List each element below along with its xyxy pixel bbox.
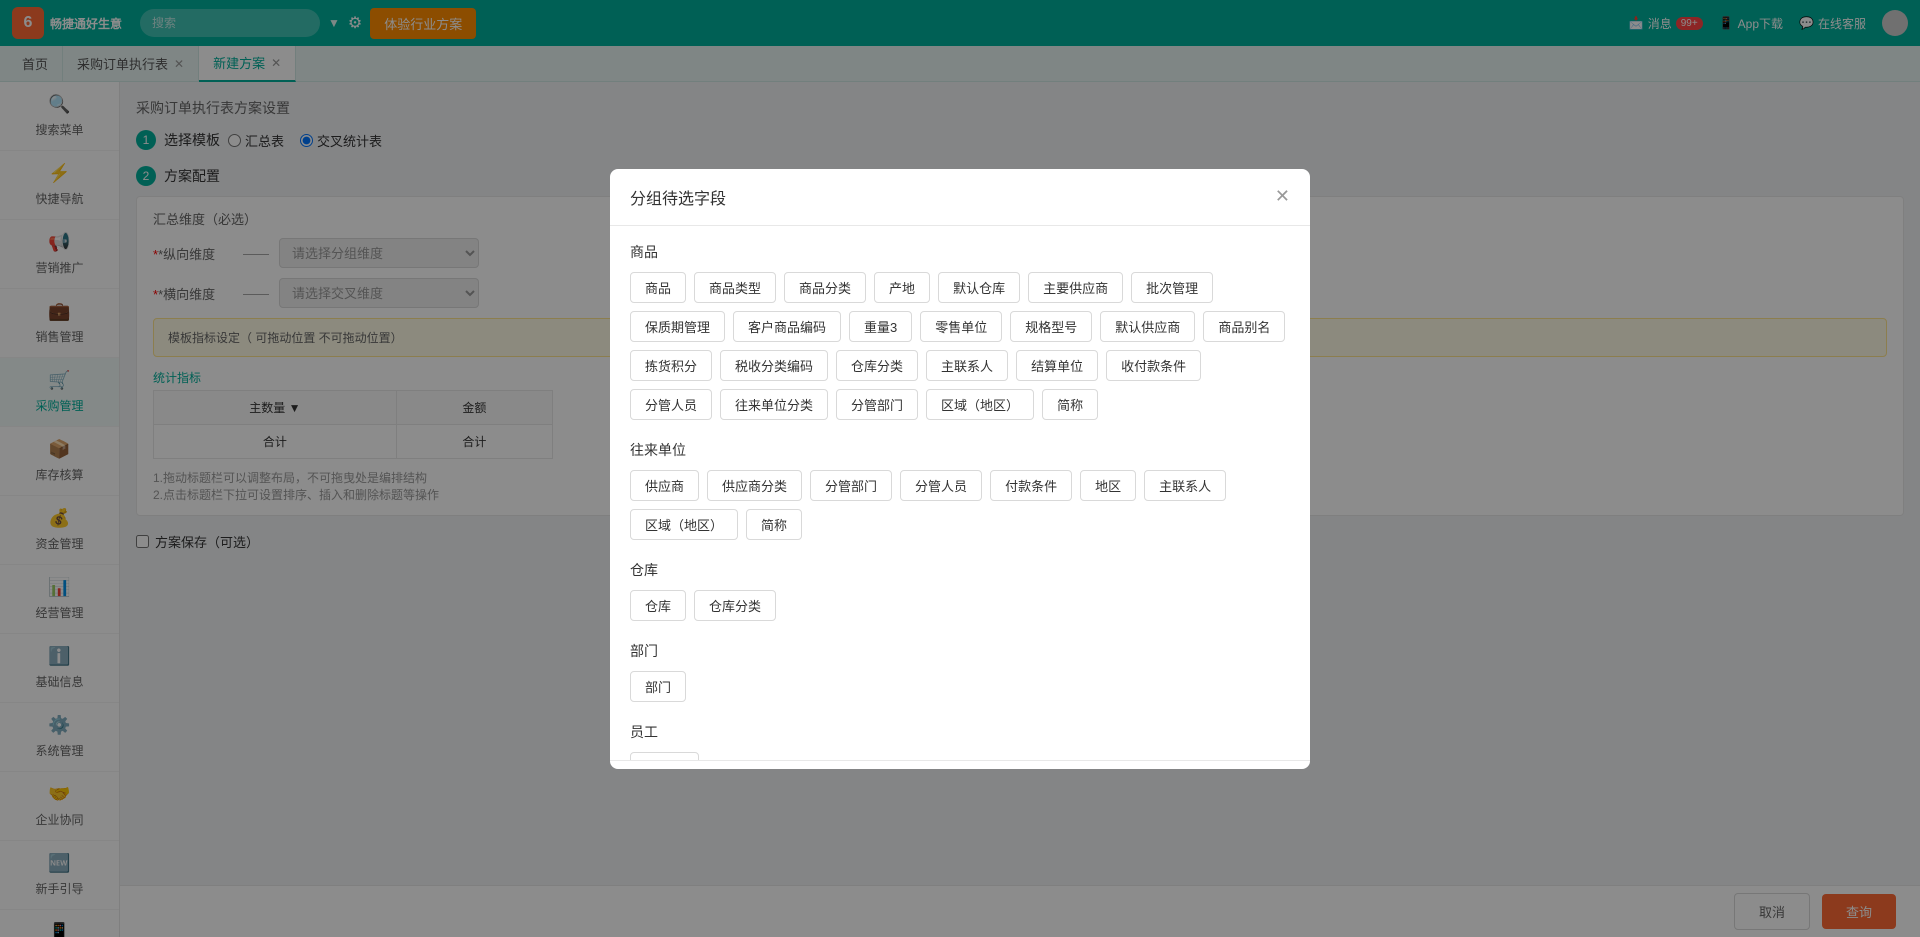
field-chips-3: 部门	[630, 671, 1290, 702]
field-group-title-4: 员工	[630, 722, 1290, 742]
modal-header: 分组待选字段 ✕	[610, 169, 1310, 226]
field-chips-1: 供应商供应商分类分管部门分管人员付款条件地区主联系人区域（地区） 简称	[630, 470, 1290, 540]
field-chip-1-3[interactable]: 分管人员	[900, 470, 982, 501]
field-chip-0-13[interactable]: 商品别名	[1203, 311, 1285, 342]
field-chip-0-23[interactable]: 区域（地区）	[926, 389, 1034, 420]
modal-title: 分组待选字段	[630, 185, 726, 209]
field-chip-1-2[interactable]: 分管部门	[810, 470, 892, 501]
field-group-3: 部门部门	[630, 641, 1290, 702]
modal-dialog: 分组待选字段 ✕ 商品商品商品类型商品分类产地默认仓库主要供应商批次管理保质期管…	[610, 169, 1310, 769]
modal-body: 商品商品商品类型商品分类产地默认仓库主要供应商批次管理保质期管理客户商品编码重量…	[610, 226, 1310, 761]
field-group-title-3: 部门	[630, 641, 1290, 661]
modal-horizontal-scroll[interactable]	[610, 760, 1310, 768]
field-chip-0-5[interactable]: 主要供应商	[1028, 272, 1123, 303]
field-chip-1-1[interactable]: 供应商分类	[707, 470, 802, 501]
field-chips-0: 商品商品类型商品分类产地默认仓库主要供应商批次管理保质期管理客户商品编码重量3 零…	[630, 272, 1290, 420]
field-group-title-1: 往来单位	[630, 440, 1290, 460]
modal-close-button[interactable]: ✕	[1275, 186, 1290, 207]
field-chip-1-8[interactable]: 简称	[746, 509, 802, 540]
field-chip-4-0[interactable]: 业务员	[630, 752, 699, 761]
field-chip-3-0[interactable]: 部门	[630, 671, 686, 702]
field-chip-0-21[interactable]: 往来单位分类	[720, 389, 828, 420]
field-chip-1-5[interactable]: 地区	[1080, 470, 1136, 501]
field-chip-0-8[interactable]: 客户商品编码	[733, 311, 841, 342]
field-chip-1-0[interactable]: 供应商	[630, 470, 699, 501]
field-chip-2-0[interactable]: 仓库	[630, 590, 686, 621]
field-chip-0-15[interactable]: 税收分类编码	[720, 350, 828, 381]
field-chip-0-10[interactable]: 零售单位	[920, 311, 1002, 342]
field-group-title-2: 仓库	[630, 560, 1290, 580]
field-group-0: 商品商品商品类型商品分类产地默认仓库主要供应商批次管理保质期管理客户商品编码重量…	[630, 242, 1290, 420]
field-chip-0-4[interactable]: 默认仓库	[938, 272, 1020, 303]
field-chip-1-7[interactable]: 区域（地区）	[630, 509, 738, 540]
field-chip-0-6[interactable]: 批次管理	[1131, 272, 1213, 303]
field-chip-0-17[interactable]: 主联系人	[926, 350, 1008, 381]
field-group-title-0: 商品	[630, 242, 1290, 262]
field-chip-2-1[interactable]: 仓库分类	[694, 590, 776, 621]
field-chip-0-0[interactable]: 商品	[630, 272, 686, 303]
field-chip-0-18[interactable]: 结算单位	[1016, 350, 1098, 381]
field-chip-0-22[interactable]: 分管部门	[836, 389, 918, 420]
field-chip-0-7[interactable]: 保质期管理	[630, 311, 725, 342]
field-chip-0-9[interactable]: 重量3	[849, 311, 912, 342]
field-chip-1-6[interactable]: 主联系人	[1144, 470, 1226, 501]
field-chip-0-16[interactable]: 仓库分类	[836, 350, 918, 381]
field-chip-0-3[interactable]: 产地	[874, 272, 930, 303]
modal-overlay: 分组待选字段 ✕ 商品商品商品类型商品分类产地默认仓库主要供应商批次管理保质期管…	[0, 0, 1920, 937]
field-chip-0-24[interactable]: 简称	[1042, 389, 1098, 420]
field-chip-0-1[interactable]: 商品类型	[694, 272, 776, 303]
field-chip-1-4[interactable]: 付款条件	[990, 470, 1072, 501]
field-chip-0-20[interactable]: 分管人员	[630, 389, 712, 420]
field-chip-0-19[interactable]: 收付款条件	[1106, 350, 1201, 381]
field-chip-0-12[interactable]: 默认供应商	[1100, 311, 1195, 342]
field-chip-0-11[interactable]: 规格型号	[1010, 311, 1092, 342]
field-group-1: 往来单位供应商供应商分类分管部门分管人员付款条件地区主联系人区域（地区） 简称	[630, 440, 1290, 540]
field-chip-0-14[interactable]: 拣货积分	[630, 350, 712, 381]
field-chips-4: 业务员	[630, 752, 1290, 761]
field-group-4: 员工业务员	[630, 722, 1290, 761]
field-chips-2: 仓库仓库分类	[630, 590, 1290, 621]
field-group-2: 仓库仓库仓库分类	[630, 560, 1290, 621]
field-chip-0-2[interactable]: 商品分类	[784, 272, 866, 303]
